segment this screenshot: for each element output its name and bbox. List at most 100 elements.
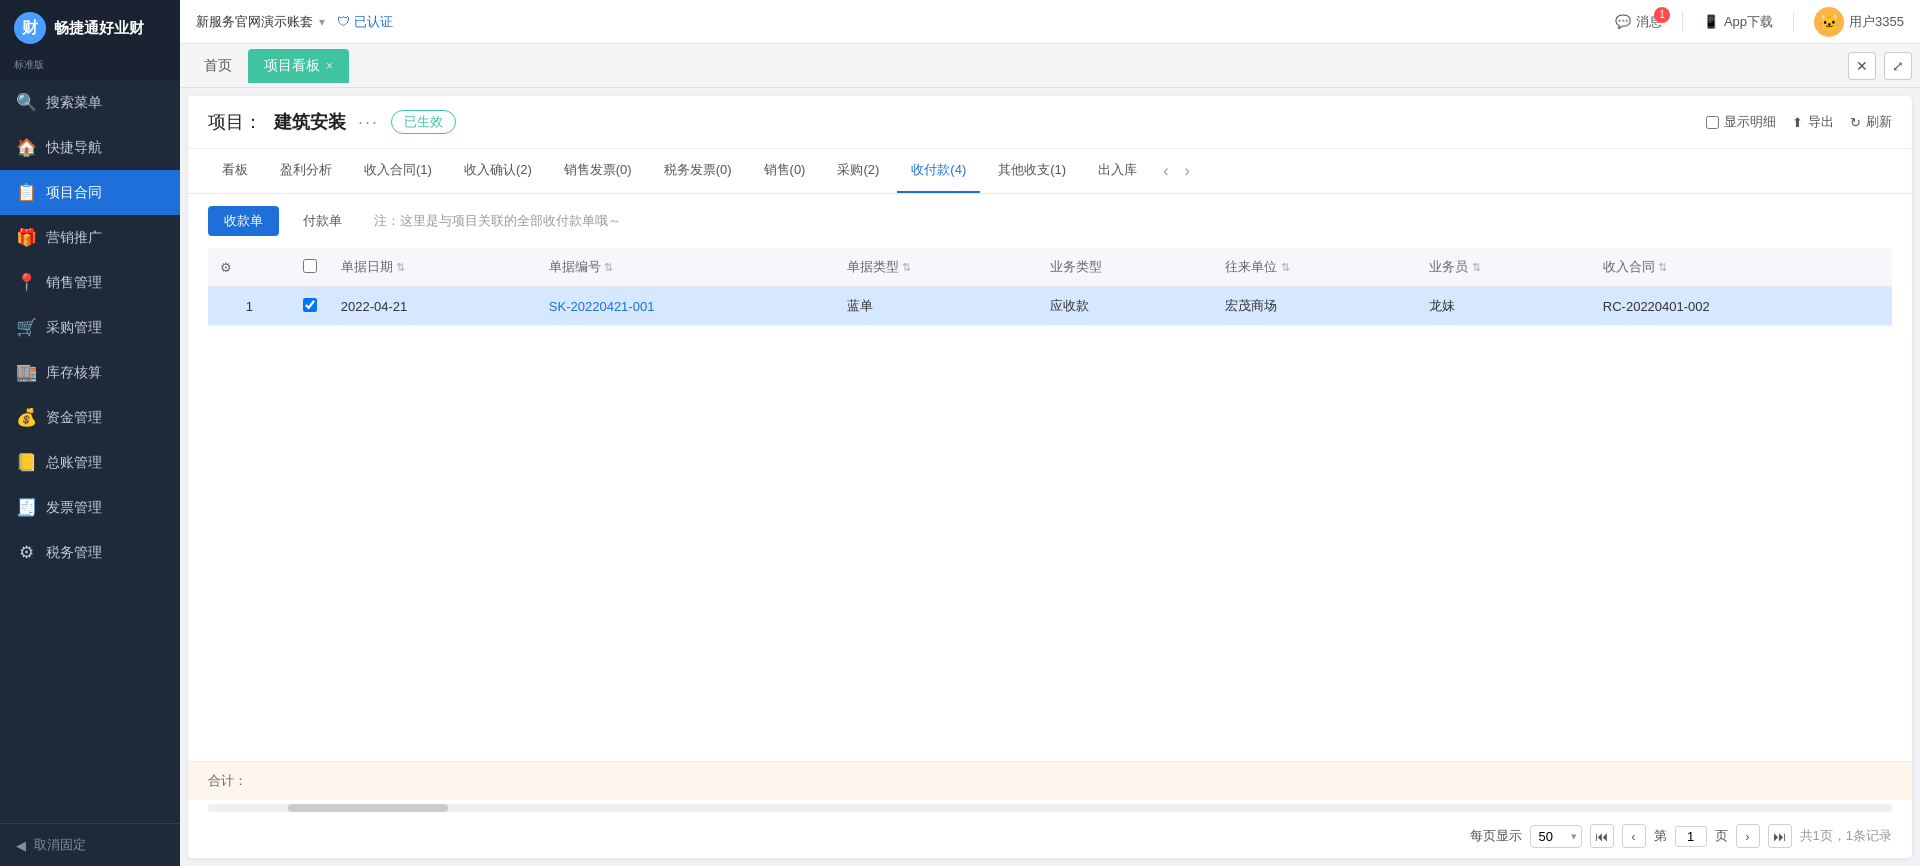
app-download-btn[interactable]: 📱 App下载 xyxy=(1703,13,1773,31)
show-detail-input[interactable] xyxy=(1706,116,1719,129)
row-checkbox-cell[interactable] xyxy=(291,287,329,326)
message-btn[interactable]: 💬 消息 1 xyxy=(1615,13,1662,31)
subnav-tab-other[interactable]: 其他收支(1) xyxy=(984,149,1080,193)
user-menu[interactable]: 🐱 用户3355 xyxy=(1814,7,1904,37)
sec-tab-receipt[interactable]: 收款单 xyxy=(208,206,279,236)
subnav-tab-income-contract[interactable]: 收入合同(1) xyxy=(350,149,446,193)
scrollbar-thumb[interactable] xyxy=(288,804,448,812)
sort-salesman-icon: ⇅ xyxy=(1472,261,1481,273)
row-checkbox[interactable] xyxy=(303,298,317,312)
app-logo: 财 畅捷通好业财 xyxy=(0,0,180,56)
subnav-tab-tax-invoice[interactable]: 税务发票(0) xyxy=(650,149,746,193)
sidebar-item-0[interactable]: 🔍搜索菜单 xyxy=(0,80,180,125)
project-title: 建筑安装 xyxy=(274,110,346,134)
row-number[interactable]: SK-20220421-001 xyxy=(537,287,835,326)
sidebar-item-6[interactable]: 🏬库存核算 xyxy=(0,350,180,395)
export-label: 导出 xyxy=(1808,113,1834,131)
sidebar-label-7: 资金管理 xyxy=(46,409,102,427)
subnav-tab-sales-invoice[interactable]: 销售发票(0) xyxy=(550,149,646,193)
subnav-tab-profit[interactable]: 盈利分析 xyxy=(266,149,346,193)
sidebar-item-1[interactable]: 🏠快捷导航 xyxy=(0,125,180,170)
sidebar-label-6: 库存核算 xyxy=(46,364,102,382)
sidebar-item-8[interactable]: 📒总账管理 xyxy=(0,440,180,485)
sidebar-unpin[interactable]: ◀ 取消固定 xyxy=(0,823,180,866)
first-page-btn[interactable]: ⏮ xyxy=(1590,824,1614,848)
col-date[interactable]: 单据日期 ⇅ xyxy=(329,248,537,287)
content-area: 项目： 建筑安装 ··· 已生效 显示明细 ⬆ 导出 ↻ 刷新 xyxy=(188,96,1912,858)
close-window-btn[interactable]: ✕ xyxy=(1848,52,1876,80)
show-detail-label: 显示明细 xyxy=(1724,113,1776,131)
refresh-btn[interactable]: ↻ 刷新 xyxy=(1850,113,1892,131)
subnav-tab-payment[interactable]: 收付款(4) xyxy=(897,149,980,193)
subnav-prev-icon[interactable]: ‹ xyxy=(1159,158,1172,184)
verified-label: 已认证 xyxy=(354,13,393,31)
tab-home[interactable]: 首页 xyxy=(188,49,248,83)
sidebar-item-5[interactable]: 🛒采购管理 xyxy=(0,305,180,350)
app-download-label: App下载 xyxy=(1724,13,1773,31)
project-header-right: 显示明细 ⬆ 导出 ↻ 刷新 xyxy=(1706,113,1892,131)
project-more-icon[interactable]: ··· xyxy=(358,112,379,133)
col-contract[interactable]: 收入合同 ⇅ xyxy=(1591,248,1892,287)
col-salesman[interactable]: 业务员 ⇅ xyxy=(1417,248,1591,287)
col-partner[interactable]: 往来单位 ⇅ xyxy=(1213,248,1417,287)
maximize-btn[interactable]: ⤢ xyxy=(1884,52,1912,80)
subnav-tab-sales[interactable]: 销售(0) xyxy=(750,149,820,193)
row-type: 蓝单 xyxy=(835,287,1039,326)
refresh-label: 刷新 xyxy=(1866,113,1892,131)
sidebar-item-9[interactable]: 🧾发票管理 xyxy=(0,485,180,530)
sidebar-item-4[interactable]: 📍销售管理 xyxy=(0,260,180,305)
sort-date-icon: ⇅ xyxy=(396,261,405,273)
col-checkbox-all[interactable] xyxy=(291,248,329,287)
col-gear[interactable]: ⚙ xyxy=(208,248,291,287)
show-detail-checkbox[interactable]: 显示明细 xyxy=(1706,113,1776,131)
message-icon: 💬 xyxy=(1615,14,1631,29)
prev-page-btn[interactable]: ‹ xyxy=(1622,824,1646,848)
sec-tab-payment[interactable]: 付款单 xyxy=(287,206,358,236)
message-badge: 1 xyxy=(1654,7,1670,23)
tab-project-board-label: 项目看板 xyxy=(264,57,320,75)
phone-icon: 📱 xyxy=(1703,14,1719,29)
sidebar-item-3[interactable]: 🎁营销推广 xyxy=(0,215,180,260)
row-number-link[interactable]: SK-20220421-001 xyxy=(549,299,655,314)
sidebar-icon-10: ⚙ xyxy=(16,542,36,563)
select-all-checkbox[interactable] xyxy=(303,259,317,273)
avatar: 🐱 xyxy=(1814,7,1844,37)
sidebar-label-0: 搜索菜单 xyxy=(46,94,102,112)
total-info: 共1页，1条记录 xyxy=(1800,827,1892,845)
export-btn[interactable]: ⬆ 导出 xyxy=(1792,113,1834,131)
col-number[interactable]: 单据编号 ⇅ xyxy=(537,248,835,287)
horizontal-scrollbar[interactable] xyxy=(208,804,1892,812)
tab-home-label: 首页 xyxy=(204,57,232,75)
subnav-next-icon[interactable]: › xyxy=(1180,158,1193,184)
subnav-tab-purchase[interactable]: 采购(2) xyxy=(823,149,893,193)
sidebar-label-4: 销售管理 xyxy=(46,274,102,292)
project-label: 项目： xyxy=(208,110,262,134)
sidebar-item-7[interactable]: 💰资金管理 xyxy=(0,395,180,440)
page-size-select[interactable]: 50 100 200 xyxy=(1530,825,1582,848)
tab-close-icon[interactable]: × xyxy=(326,59,333,73)
tab-project-board[interactable]: 项目看板 × xyxy=(248,49,349,83)
table-area: ⚙ 单据日期 ⇅ 单据编号 ⇅ 单据类型 ⇅ 业务类型 往来单位 ⇅ 业务员 ⇅… xyxy=(188,236,1912,761)
table-body: 1 2022-04-21 SK-20220421-001 蓝单 应收款 宏茂商场… xyxy=(208,287,1892,326)
sort-partner-icon: ⇅ xyxy=(1281,261,1290,273)
sidebar-item-2[interactable]: 📋项目合同 xyxy=(0,170,180,215)
subnav-tab-inout[interactable]: 出入库 xyxy=(1084,149,1151,193)
tabbar: 首页 项目看板 × ✕ ⤢ xyxy=(180,44,1920,88)
sidebar-icon-2: 📋 xyxy=(16,182,36,203)
col-type[interactable]: 单据类型 ⇅ xyxy=(835,248,1039,287)
sidebar-label-3: 营销推广 xyxy=(46,229,102,247)
subnav-tab-kanban[interactable]: 看板 xyxy=(208,149,262,193)
last-page-btn[interactable]: ⏭ xyxy=(1768,824,1792,848)
page-input[interactable] xyxy=(1675,826,1707,847)
topbar: 新服务官网演示账套 ▾ 🛡 已认证 💬 消息 1 📱 App下载 🐱 用户335… xyxy=(180,0,1920,44)
page-size-wrap: 50 100 200 xyxy=(1530,825,1582,848)
subnav-tab-income-confirm[interactable]: 收入确认(2) xyxy=(450,149,546,193)
sort-contract-icon: ⇅ xyxy=(1658,261,1667,273)
row-num: 1 xyxy=(208,287,291,326)
unpin-label: 取消固定 xyxy=(34,836,86,854)
sidebar-label-8: 总账管理 xyxy=(46,454,102,472)
sidebar-item-10[interactable]: ⚙税务管理 xyxy=(0,530,180,575)
account-selector[interactable]: 新服务官网演示账套 ▾ xyxy=(196,13,325,31)
next-page-btn[interactable]: › xyxy=(1736,824,1760,848)
table-row[interactable]: 1 2022-04-21 SK-20220421-001 蓝单 应收款 宏茂商场… xyxy=(208,287,1892,326)
